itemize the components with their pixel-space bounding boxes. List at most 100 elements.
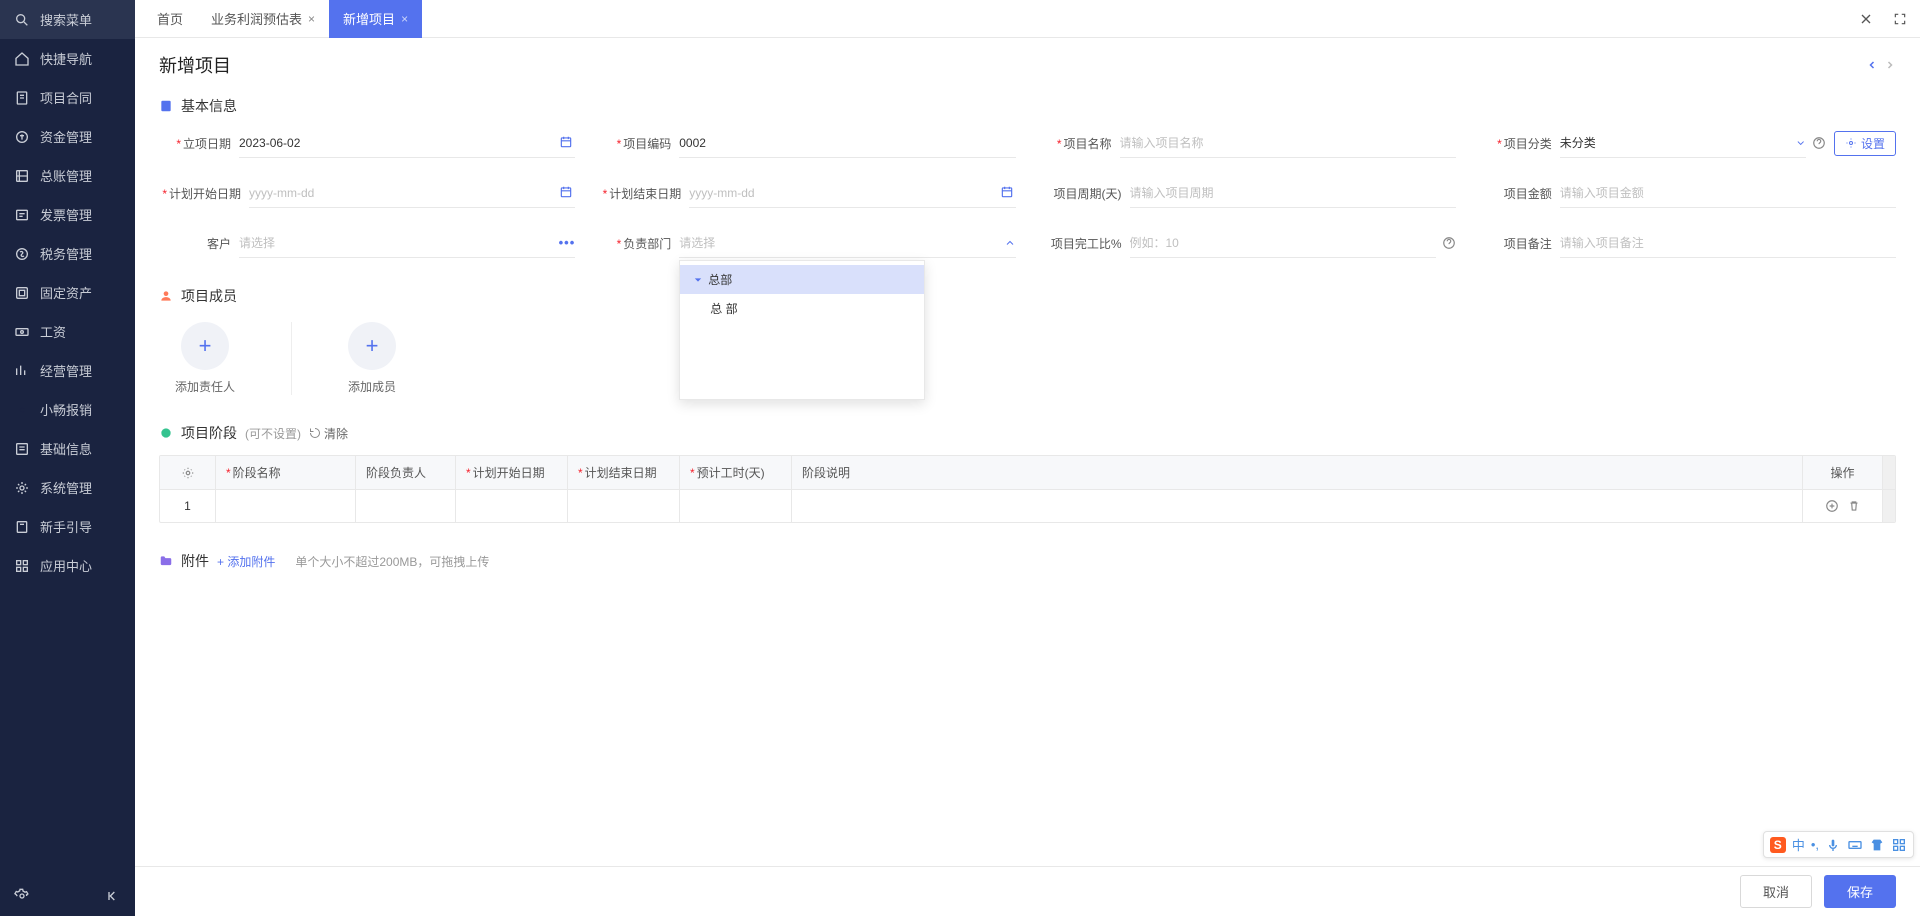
col-owner: 阶段负责人 — [366, 464, 426, 481]
sidebar-item-contract[interactable]: 项目合同 — [0, 78, 135, 117]
tab-label: 新增项目 — [343, 9, 395, 28]
sidebar-item-tax[interactable]: 税务管理 — [0, 234, 135, 273]
close-all-icon[interactable] — [1854, 7, 1878, 31]
collapse-icon[interactable] — [105, 888, 121, 904]
calendar-icon[interactable] — [1000, 185, 1016, 201]
sidebar-item-basic[interactable]: 基础信息 — [0, 429, 135, 468]
sidebar-item-apps[interactable]: 应用中心 — [0, 546, 135, 585]
more-icon[interactable]: ••• — [559, 235, 576, 250]
label-complete-pct: 项目完工比% — [1051, 237, 1122, 251]
sidebar-item-label: 系统管理 — [40, 478, 92, 497]
customer-select[interactable]: 请选择••• — [239, 228, 575, 258]
sidebar-item-salary[interactable]: 工资 — [0, 312, 135, 351]
expense-icon: C — [14, 402, 30, 418]
sidebar-item-guide[interactable]: 新手引导 — [0, 507, 135, 546]
tab-bar: 首页 业务利润预估表× 新增项目 × — [135, 0, 1920, 38]
complete-pct-input[interactable] — [1130, 228, 1436, 258]
cell-name[interactable] — [216, 490, 356, 522]
basic-icon — [14, 441, 30, 457]
sidebar-item-invoice[interactable]: 发票管理 — [0, 195, 135, 234]
sidebar-item-operation[interactable]: 经营管理 — [0, 351, 135, 390]
sidebar-item-fund[interactable]: 资金管理 — [0, 117, 135, 156]
period-input[interactable] — [1130, 178, 1456, 208]
dept-option-child[interactable]: 总 部 — [680, 294, 924, 323]
remark-input[interactable] — [1560, 228, 1896, 258]
add-attachment-button[interactable]: + 添加附件 — [217, 553, 275, 570]
label-category: 项目分类 — [1504, 137, 1552, 151]
dept-select[interactable]: 请选择 总部 总 部 — [679, 228, 1015, 258]
add-member-button[interactable]: + — [348, 322, 396, 370]
close-icon[interactable]: × — [401, 12, 408, 26]
caret-down-icon — [694, 276, 702, 284]
help-icon[interactable] — [1442, 236, 1456, 250]
sidebar-item-label: 小畅报销 — [40, 400, 92, 419]
sidebar-item-label: 工资 — [40, 322, 66, 341]
gear-icon[interactable] — [181, 466, 195, 480]
ime-toolbox-icon[interactable] — [1891, 837, 1907, 853]
apps-icon — [14, 558, 30, 574]
ime-mic-icon[interactable] — [1825, 837, 1841, 853]
sidebar-item-label: 发票管理 — [40, 205, 92, 224]
plan-start-input[interactable] — [249, 178, 575, 208]
ime-punct-icon[interactable]: •, — [1811, 837, 1819, 852]
add-responsible-label: 添加责任人 — [175, 378, 235, 395]
clear-phases-button[interactable]: 清除 — [309, 425, 348, 442]
sidebar-item-ledger[interactable]: 总账管理 — [0, 156, 135, 195]
close-icon[interactable]: × — [308, 12, 315, 26]
col-start: 计划开始日期 — [473, 464, 545, 481]
ime-skin-icon[interactable] — [1869, 837, 1885, 853]
sidebar-item-asset[interactable]: 固定资产 — [0, 273, 135, 312]
calendar-icon[interactable] — [559, 185, 575, 201]
ledger-icon — [14, 168, 30, 184]
add-responsible-button[interactable]: + — [181, 322, 229, 370]
label-plan-start: 计划开始日期 — [169, 187, 241, 201]
operation-icon — [14, 363, 30, 379]
save-button[interactable]: 保存 — [1824, 875, 1896, 908]
fund-icon — [14, 129, 30, 145]
sidebar-search[interactable]: 搜索菜单 — [0, 0, 135, 39]
ime-keyboard-icon[interactable] — [1847, 837, 1863, 853]
dept-option-root[interactable]: 总部 — [680, 265, 924, 294]
name-input[interactable] — [1120, 128, 1456, 158]
user-icon — [159, 289, 173, 303]
salary-icon — [14, 324, 30, 340]
label-amount: 项目金额 — [1504, 187, 1552, 201]
ime-toolbar[interactable]: S 中 •, — [1763, 831, 1914, 858]
svg-text:C: C — [19, 405, 25, 414]
cell-start[interactable] — [456, 490, 568, 522]
category-select[interactable] — [1560, 128, 1806, 158]
tab-profit-estimate[interactable]: 业务利润预估表× — [197, 0, 329, 38]
sidebar-item-expense[interactable]: C 小畅报销 — [0, 390, 135, 429]
tab-label: 首页 — [157, 9, 183, 28]
add-row-icon[interactable] — [1825, 499, 1839, 513]
sidebar-item-label: 应用中心 — [40, 556, 92, 575]
cell-owner[interactable] — [356, 490, 456, 522]
ime-lang[interactable]: 中 — [1792, 835, 1805, 854]
help-icon[interactable] — [1812, 136, 1826, 150]
delete-row-icon[interactable] — [1847, 499, 1861, 513]
form-icon — [159, 99, 173, 113]
gear-icon[interactable] — [14, 888, 30, 904]
scrollbar[interactable] — [1883, 490, 1895, 522]
asset-icon — [14, 285, 30, 301]
sidebar-item-system[interactable]: 系统管理 — [0, 468, 135, 507]
category-settings-button[interactable]: 设置 — [1834, 131, 1896, 156]
label-dept: 负责部门 — [623, 237, 671, 251]
cell-desc[interactable] — [792, 490, 1803, 522]
prev-icon[interactable] — [1866, 59, 1878, 71]
fullscreen-icon[interactable] — [1888, 7, 1912, 31]
plan-end-input[interactable] — [689, 178, 1015, 208]
amount-input[interactable] — [1560, 178, 1896, 208]
init-date-input[interactable] — [239, 128, 575, 158]
cell-end[interactable] — [568, 490, 680, 522]
next-icon[interactable] — [1884, 59, 1896, 71]
sidebar-item-quick-nav[interactable]: 快捷导航 — [0, 39, 135, 78]
table-row[interactable]: 1 — [160, 490, 1895, 522]
tab-home[interactable]: 首页 — [143, 0, 197, 38]
tab-new-project[interactable]: 新增项目 × — [329, 0, 422, 38]
calendar-icon[interactable] — [559, 135, 575, 151]
sidebar-item-label: 固定资产 — [40, 283, 92, 302]
cell-hours[interactable] — [680, 490, 792, 522]
code-input[interactable] — [679, 128, 1015, 158]
cancel-button[interactable]: 取消 — [1740, 875, 1812, 908]
